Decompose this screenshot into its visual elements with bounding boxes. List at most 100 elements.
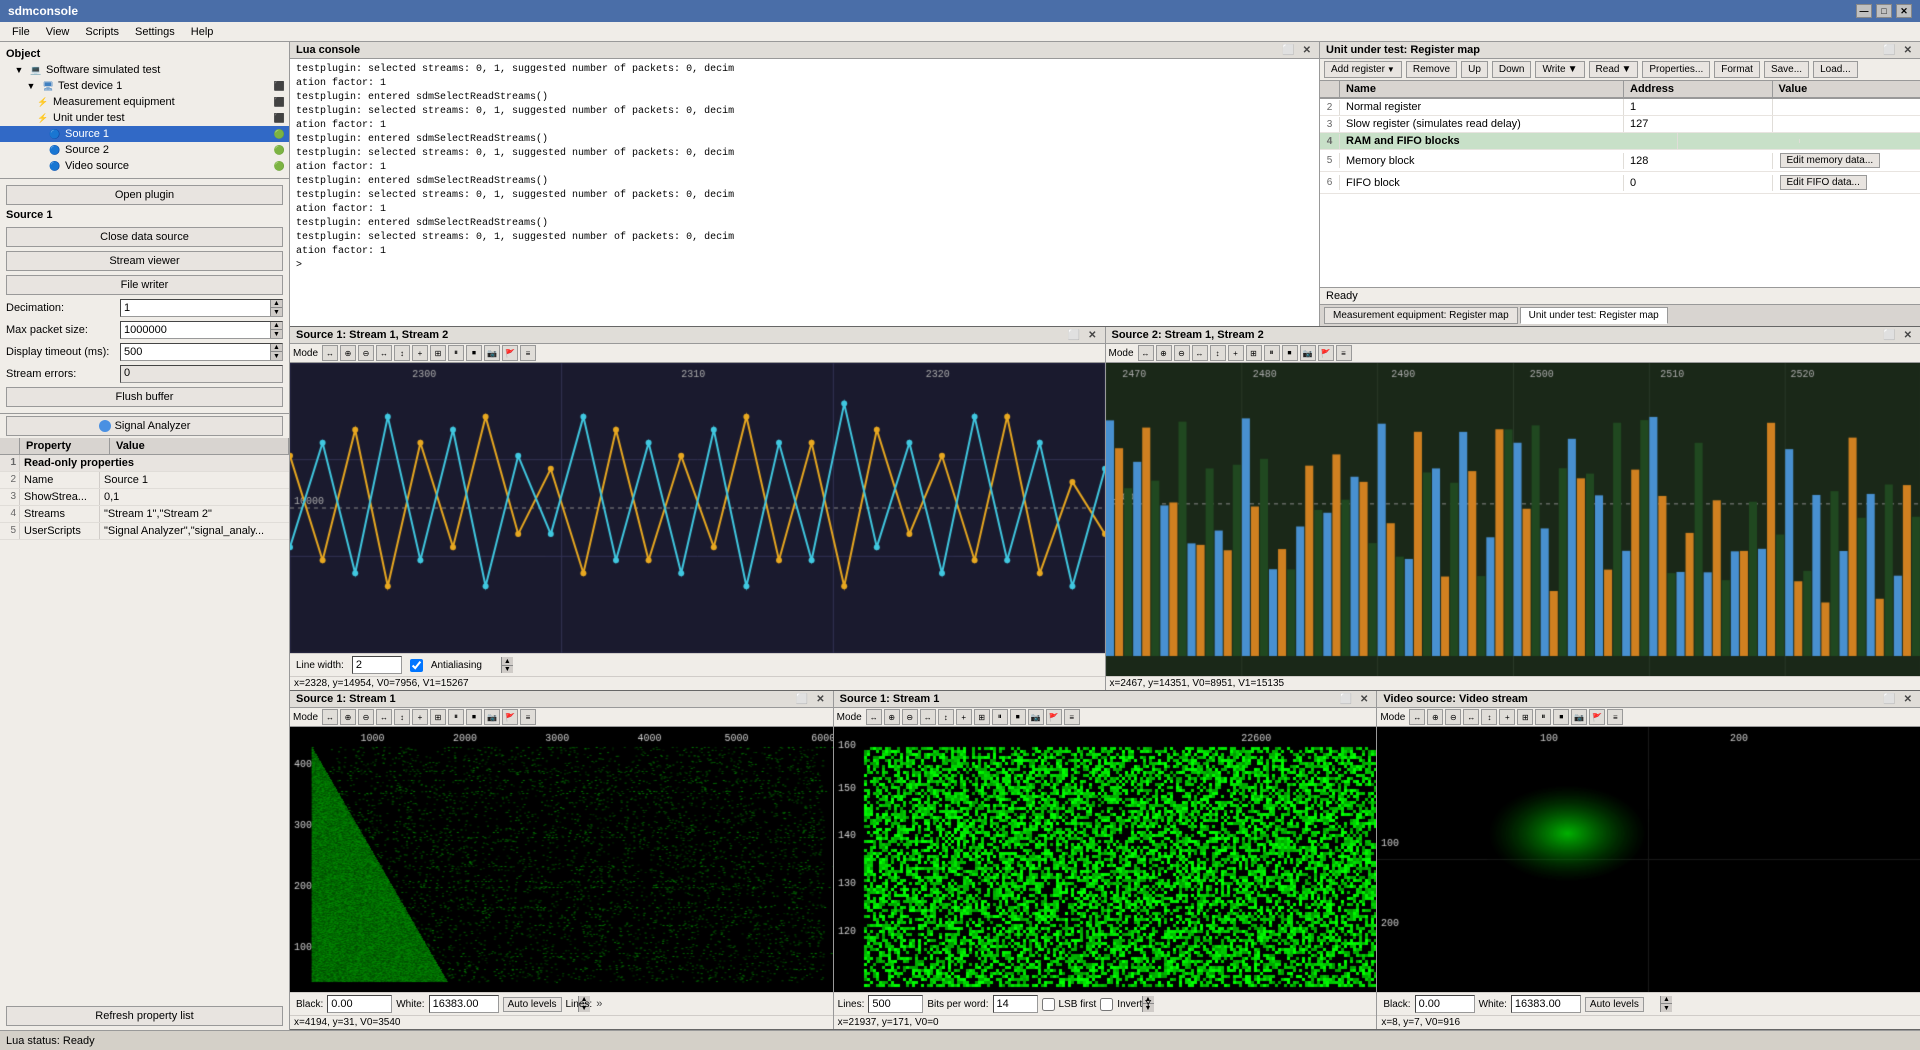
chart2-tool-6[interactable]: + (1228, 345, 1244, 361)
chart4-tool-stream[interactable]: ≡ (1064, 709, 1080, 725)
chart4-tool-2[interactable]: ⊕ (884, 709, 900, 725)
line-width-input[interactable]: ▲ ▼ (352, 656, 402, 674)
chart3-tool-4[interactable]: ↔ (376, 709, 392, 725)
remove-register-button[interactable]: Remove (1406, 61, 1457, 78)
minimize-button[interactable]: — (1856, 4, 1872, 18)
display-timeout-value[interactable] (121, 344, 270, 360)
max-packet-value[interactable] (121, 322, 270, 338)
line-width-up[interactable]: ▲ (501, 657, 513, 665)
chart1-detach[interactable]: ⬜ (1066, 330, 1082, 341)
chart2-tool-flag[interactable]: 🚩 (1318, 345, 1334, 361)
max-packet-input[interactable]: ▲ ▼ (120, 321, 283, 339)
chart3-detach[interactable]: ⬜ (794, 694, 810, 705)
edit-fifo-button[interactable]: Edit FIFO data... (1780, 175, 1867, 190)
max-packet-up[interactable]: ▲ (270, 322, 282, 330)
antialiasing-checkbox[interactable] (410, 659, 423, 672)
down-button[interactable]: Down (1492, 61, 1532, 78)
chart1-tool-stream[interactable]: ≡ (520, 345, 536, 361)
chart4-bits-input[interactable]: ▲ ▼ (993, 995, 1038, 1013)
display-timeout-input[interactable]: ▲ ▼ (120, 343, 283, 361)
invert-y-checkbox[interactable] (1100, 998, 1113, 1011)
register-detach-icon[interactable]: ⬜ (1881, 45, 1897, 56)
load-button[interactable]: Load... (1813, 61, 1858, 78)
chart1-tool-1[interactable]: ↔ (322, 345, 338, 361)
chart2-tool-stream[interactable]: ≡ (1336, 345, 1352, 361)
menu-file[interactable]: File (4, 24, 38, 40)
up-button[interactable]: Up (1461, 61, 1488, 78)
chart5-tool-cam[interactable]: 📷 (1571, 709, 1587, 725)
tree-item-source2[interactable]: 🔵 Source 2 🟢 (0, 142, 289, 158)
chart5-white-input[interactable]: ▲ ▼ (1511, 995, 1581, 1013)
display-timeout-down[interactable]: ▼ (270, 352, 282, 360)
chart3-auto-levels[interactable]: Auto levels (503, 997, 562, 1012)
register-tab-unit[interactable]: Unit under test: Register map (1520, 307, 1668, 324)
close-button[interactable]: ✕ (1896, 4, 1912, 18)
chart1-close[interactable]: ✕ (1086, 330, 1098, 341)
decimation-input[interactable]: ▲ ▼ (120, 299, 283, 317)
refresh-property-list-button[interactable]: Refresh property list (6, 1006, 283, 1026)
chart2-tool-pause[interactable]: ⏸ (1264, 345, 1280, 361)
chart2-tool-7[interactable]: ⊞ (1246, 345, 1262, 361)
chart3-tool-7[interactable]: ⊞ (430, 709, 446, 725)
tree-item-test-device[interactable]: ▼ 🖥 Test device 1 ⬛ (0, 78, 289, 94)
chart2-tool-stop[interactable]: ⏹ (1282, 345, 1298, 361)
reg-row-5[interactable]: 5 Memory block 128 Edit memory data... (1320, 150, 1920, 172)
chart5-tool-4[interactable]: ↔ (1463, 709, 1479, 725)
display-timeout-up[interactable]: ▲ (270, 344, 282, 352)
chart3-tool-cam[interactable]: 📷 (484, 709, 500, 725)
chart1-tool-6[interactable]: + (412, 345, 428, 361)
chart2-detach[interactable]: ⬜ (1881, 330, 1897, 341)
chart5-detach[interactable]: ⬜ (1881, 694, 1897, 705)
chart5-white-up[interactable]: ▲ (1660, 996, 1672, 1004)
lsb-first-checkbox[interactable] (1042, 998, 1055, 1011)
chart5-tool-2[interactable]: ⊕ (1427, 709, 1443, 725)
file-writer-button[interactable]: File writer (6, 275, 283, 295)
chart1-tool-3[interactable]: ⊖ (358, 345, 374, 361)
menu-view[interactable]: View (38, 24, 78, 40)
chart1-tool-2[interactable]: ⊕ (340, 345, 356, 361)
stream-viewer-button[interactable]: Stream viewer (6, 251, 283, 271)
chart5-close[interactable]: ✕ (1902, 694, 1914, 705)
max-packet-down[interactable]: ▼ (270, 330, 282, 338)
prop-row-streams[interactable]: 4 Streams "Stream 1","Stream 2" (0, 506, 289, 523)
chart4-tool-flag[interactable]: 🚩 (1046, 709, 1062, 725)
register-tab-measurement[interactable]: Measurement equipment: Register map (1324, 307, 1518, 324)
flush-buffer-button[interactable]: Flush buffer (6, 387, 283, 407)
register-close-icon[interactable]: ✕ (1902, 45, 1914, 56)
close-data-source-button[interactable]: Close data source (6, 227, 283, 247)
tree-item-measurement[interactable]: ⚡ Measurement equipment ⬛ (0, 94, 289, 110)
chart5-white-down[interactable]: ▼ (1660, 1004, 1672, 1012)
chart4-close[interactable]: ✕ (1358, 694, 1370, 705)
chart4-tool-6[interactable]: + (956, 709, 972, 725)
tree-item-unit[interactable]: ⚡ Unit under test ⬛ (0, 110, 289, 126)
decimation-value[interactable] (121, 300, 270, 316)
chart4-tool-4[interactable]: ↔ (920, 709, 936, 725)
read-button[interactable]: Read ▼ (1589, 61, 1639, 78)
chart4-tool-5[interactable]: ↕ (938, 709, 954, 725)
chart4-tool-cam[interactable]: 📷 (1028, 709, 1044, 725)
chart4-tool-1[interactable]: ↔ (866, 709, 882, 725)
chart3-tool-stop[interactable]: ⏹ (466, 709, 482, 725)
chart1-tool-pause[interactable]: ⏸ (448, 345, 464, 361)
chart5-tool-6[interactable]: + (1499, 709, 1515, 725)
lua-close-icon[interactable]: ✕ (1301, 45, 1313, 56)
lua-content[interactable]: testplugin: selected streams: 0, 1, sugg… (290, 59, 1319, 326)
chart5-tool-3[interactable]: ⊖ (1445, 709, 1461, 725)
chart5-black-input[interactable]: ▲ ▼ (1415, 995, 1475, 1013)
tree-item-software-test[interactable]: ▼ 💻 Software simulated test (0, 62, 289, 78)
chart2-tool-1[interactable]: ↔ (1138, 345, 1154, 361)
reg-row-2[interactable]: 2 Normal register 1 (1320, 99, 1920, 116)
signal-analyzer-button[interactable]: Signal Analyzer (6, 416, 283, 436)
chart3-black-input[interactable]: ▲ ▼ (327, 995, 392, 1013)
chart1-tool-7[interactable]: ⊞ (430, 345, 446, 361)
prop-row-showstrea[interactable]: 3 ShowStrea... 0,1 (0, 489, 289, 506)
edit-memory-button[interactable]: Edit memory data... (1780, 153, 1881, 168)
chart3-white-input[interactable]: ▲ ▼ (429, 995, 499, 1013)
chart3-tool-6[interactable]: + (412, 709, 428, 725)
chart5-tool-1[interactable]: ↔ (1409, 709, 1425, 725)
chart3-tool-2[interactable]: ⊕ (340, 709, 356, 725)
chart1-tool-5[interactable]: ↕ (394, 345, 410, 361)
chart2-tool-4[interactable]: ↔ (1192, 345, 1208, 361)
chart3-tool-flag[interactable]: 🚩 (502, 709, 518, 725)
chart3-tool-5[interactable]: ↕ (394, 709, 410, 725)
